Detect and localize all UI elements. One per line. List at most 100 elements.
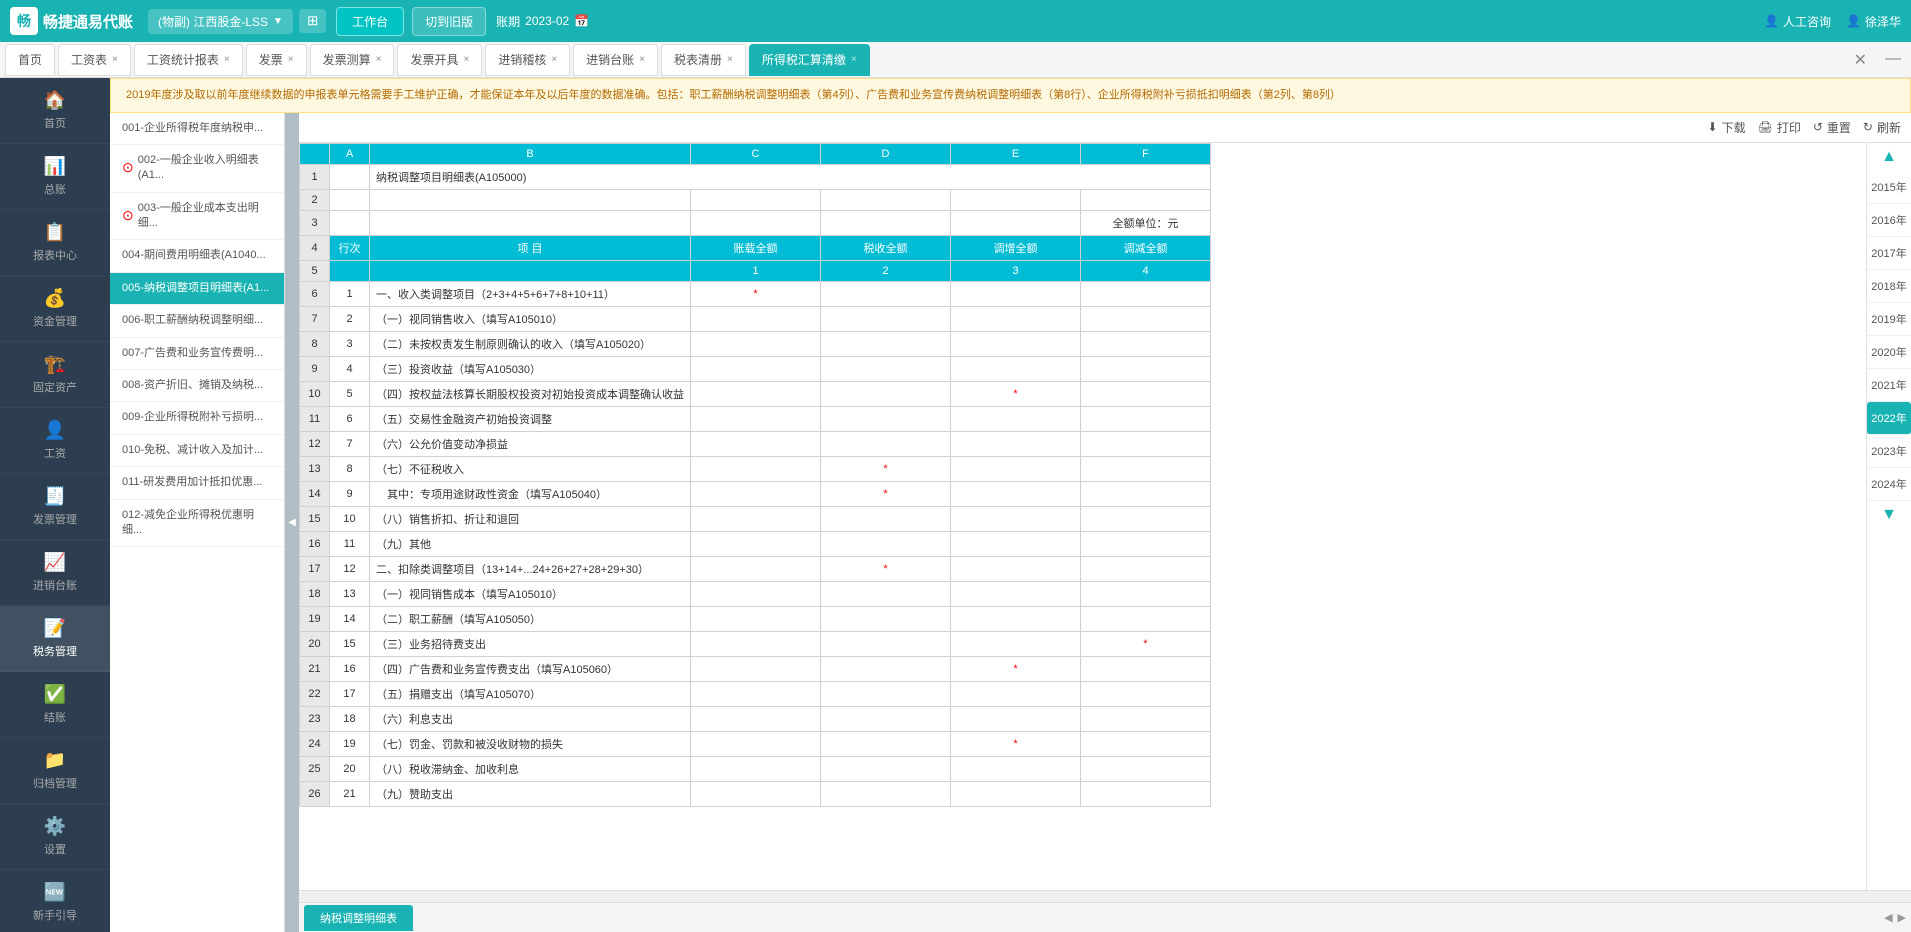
tab-payroll-close[interactable]: ×	[112, 54, 118, 65]
left-nav-item-001[interactable]: 001-企业所得税年度纳税申...	[110, 113, 284, 145]
tab-payroll-stats[interactable]: 工资统计报表 ×	[134, 44, 243, 76]
cell-7c[interactable]	[691, 306, 821, 331]
cell-21c[interactable]	[691, 656, 821, 681]
cell-23a[interactable]: 18	[330, 706, 370, 731]
cell-18d[interactable]	[821, 581, 951, 606]
year-nav-up-button[interactable]: ▲	[1867, 143, 1911, 171]
year-item-2020[interactable]: 2020年	[1867, 336, 1911, 369]
tab-invoice-issue[interactable]: 发票开具 ×	[397, 44, 482, 76]
cell-25a[interactable]: 20	[330, 756, 370, 781]
cell-26e[interactable]	[951, 781, 1081, 806]
year-item-2023[interactable]: 2023年	[1867, 435, 1911, 468]
nav-old-button[interactable]: 切到旧版	[412, 7, 486, 36]
cell-7f[interactable]	[1081, 306, 1211, 331]
cell-8d[interactable]	[821, 331, 951, 356]
cell-17a[interactable]: 12	[330, 556, 370, 581]
year-nav-down-button[interactable]: ▼	[1867, 501, 1911, 529]
copy-button[interactable]: ⊞	[299, 9, 326, 33]
scrollbar-area[interactable]	[299, 890, 1911, 902]
cell-11f[interactable]	[1081, 406, 1211, 431]
download-button[interactable]: ⬇ 下载	[1708, 119, 1746, 136]
tab-invoice-calc[interactable]: 发票测算 ×	[310, 44, 395, 76]
cell-9e[interactable]	[951, 356, 1081, 381]
cell-16c[interactable]	[691, 531, 821, 556]
left-nav-item-002[interactable]: ⊙ 002-一般企业收入明细表(A1...	[110, 145, 284, 193]
cell-22a[interactable]: 17	[330, 681, 370, 706]
cell-22e[interactable]	[951, 681, 1081, 706]
year-item-2021[interactable]: 2021年	[1867, 369, 1911, 402]
cell-24c[interactable]	[691, 731, 821, 756]
cell-19c[interactable]	[691, 606, 821, 631]
cell-22d[interactable]	[821, 681, 951, 706]
tab-payroll[interactable]: 工资表 ×	[58, 44, 131, 76]
cell-17d[interactable]: *	[821, 556, 951, 581]
cell-26c[interactable]	[691, 781, 821, 806]
cell-18f[interactable]	[1081, 581, 1211, 606]
cell-14e[interactable]	[951, 481, 1081, 506]
cell-11c[interactable]	[691, 406, 821, 431]
left-nav-item-008[interactable]: 008-资产折旧、摊销及纳税...	[110, 370, 284, 402]
cell-7d[interactable]	[821, 306, 951, 331]
cell-25e[interactable]	[951, 756, 1081, 781]
year-item-2018[interactable]: 2018年	[1867, 270, 1911, 303]
left-nav-item-006[interactable]: 006-职工薪酬纳税调整明细...	[110, 305, 284, 337]
tab-income-tax[interactable]: 所得税汇算清缴 ×	[749, 44, 870, 76]
tab-tax-table-close[interactable]: ×	[727, 54, 733, 65]
cell-8c[interactable]	[691, 331, 821, 356]
cell-22f[interactable]	[1081, 681, 1211, 706]
cell-11d[interactable]	[821, 406, 951, 431]
sidebar-item-settings[interactable]: ⚙️ 设置	[0, 804, 110, 870]
cell-16f[interactable]	[1081, 531, 1211, 556]
refresh-button[interactable]: ↻ 刷新	[1863, 119, 1901, 136]
cell-13c[interactable]	[691, 456, 821, 481]
left-nav-item-004[interactable]: 004-期间费用明细表(A1040...	[110, 240, 284, 272]
sidebar-item-funds[interactable]: 💰 资金管理	[0, 276, 110, 342]
cell-26f[interactable]	[1081, 781, 1211, 806]
year-item-2019[interactable]: 2019年	[1867, 303, 1911, 336]
tab-invoice-issue-close[interactable]: ×	[463, 54, 469, 65]
cell-13e[interactable]	[951, 456, 1081, 481]
cell-16a[interactable]: 11	[330, 531, 370, 556]
left-nav-item-009[interactable]: 009-企业所得税附补亏损明...	[110, 402, 284, 434]
left-nav-item-010[interactable]: 010-免税、减计收入及加计...	[110, 435, 284, 467]
cell-24f[interactable]	[1081, 731, 1211, 756]
cell-6e[interactable]	[951, 281, 1081, 306]
cell-19e[interactable]	[951, 606, 1081, 631]
cell-9f[interactable]	[1081, 356, 1211, 381]
sidebar-item-tax[interactable]: 📝 税务管理	[0, 606, 110, 672]
cell-6a[interactable]: 1	[330, 281, 370, 306]
cell-20e[interactable]	[951, 631, 1081, 656]
cell-6f[interactable]	[1081, 281, 1211, 306]
cell-14a[interactable]: 9	[330, 481, 370, 506]
cell-8e[interactable]	[951, 331, 1081, 356]
year-item-2016[interactable]: 2016年	[1867, 204, 1911, 237]
sidebar-item-invoice-mgmt[interactable]: 🧾 发票管理	[0, 474, 110, 540]
cell-12d[interactable]	[821, 431, 951, 456]
tab-payroll-stats-close[interactable]: ×	[224, 54, 230, 65]
left-nav-item-003[interactable]: ⊙ 003-一般企业成本支出明细...	[110, 193, 284, 241]
cell-14f[interactable]	[1081, 481, 1211, 506]
sidebar-item-guide[interactable]: 🆕 新手引导	[0, 870, 110, 932]
cell-24d[interactable]	[821, 731, 951, 756]
print-button[interactable]: 🖨 打印	[1758, 119, 1801, 136]
cell-21a[interactable]: 16	[330, 656, 370, 681]
cell-25c[interactable]	[691, 756, 821, 781]
cell-19a[interactable]: 14	[330, 606, 370, 631]
cell-24e[interactable]: *	[951, 731, 1081, 756]
year-item-2017[interactable]: 2017年	[1867, 237, 1911, 270]
scroll-right-icon[interactable]: ▶	[1898, 911, 1906, 924]
cell-15a[interactable]: 10	[330, 506, 370, 531]
cell-20a[interactable]: 15	[330, 631, 370, 656]
year-item-2015[interactable]: 2015年	[1867, 171, 1911, 204]
cell-12a[interactable]: 7	[330, 431, 370, 456]
cell-21d[interactable]	[821, 656, 951, 681]
cell-20c[interactable]	[691, 631, 821, 656]
cell-18a[interactable]: 13	[330, 581, 370, 606]
cell-17c[interactable]	[691, 556, 821, 581]
cell-9a[interactable]: 4	[330, 356, 370, 381]
cell-23d[interactable]	[821, 706, 951, 731]
cell-25d[interactable]	[821, 756, 951, 781]
scroll-left-icon[interactable]: ◀	[1884, 911, 1892, 924]
cell-7e[interactable]	[951, 306, 1081, 331]
company-selector[interactable]: (物副) 江西股金-LSS ▼	[148, 9, 293, 34]
